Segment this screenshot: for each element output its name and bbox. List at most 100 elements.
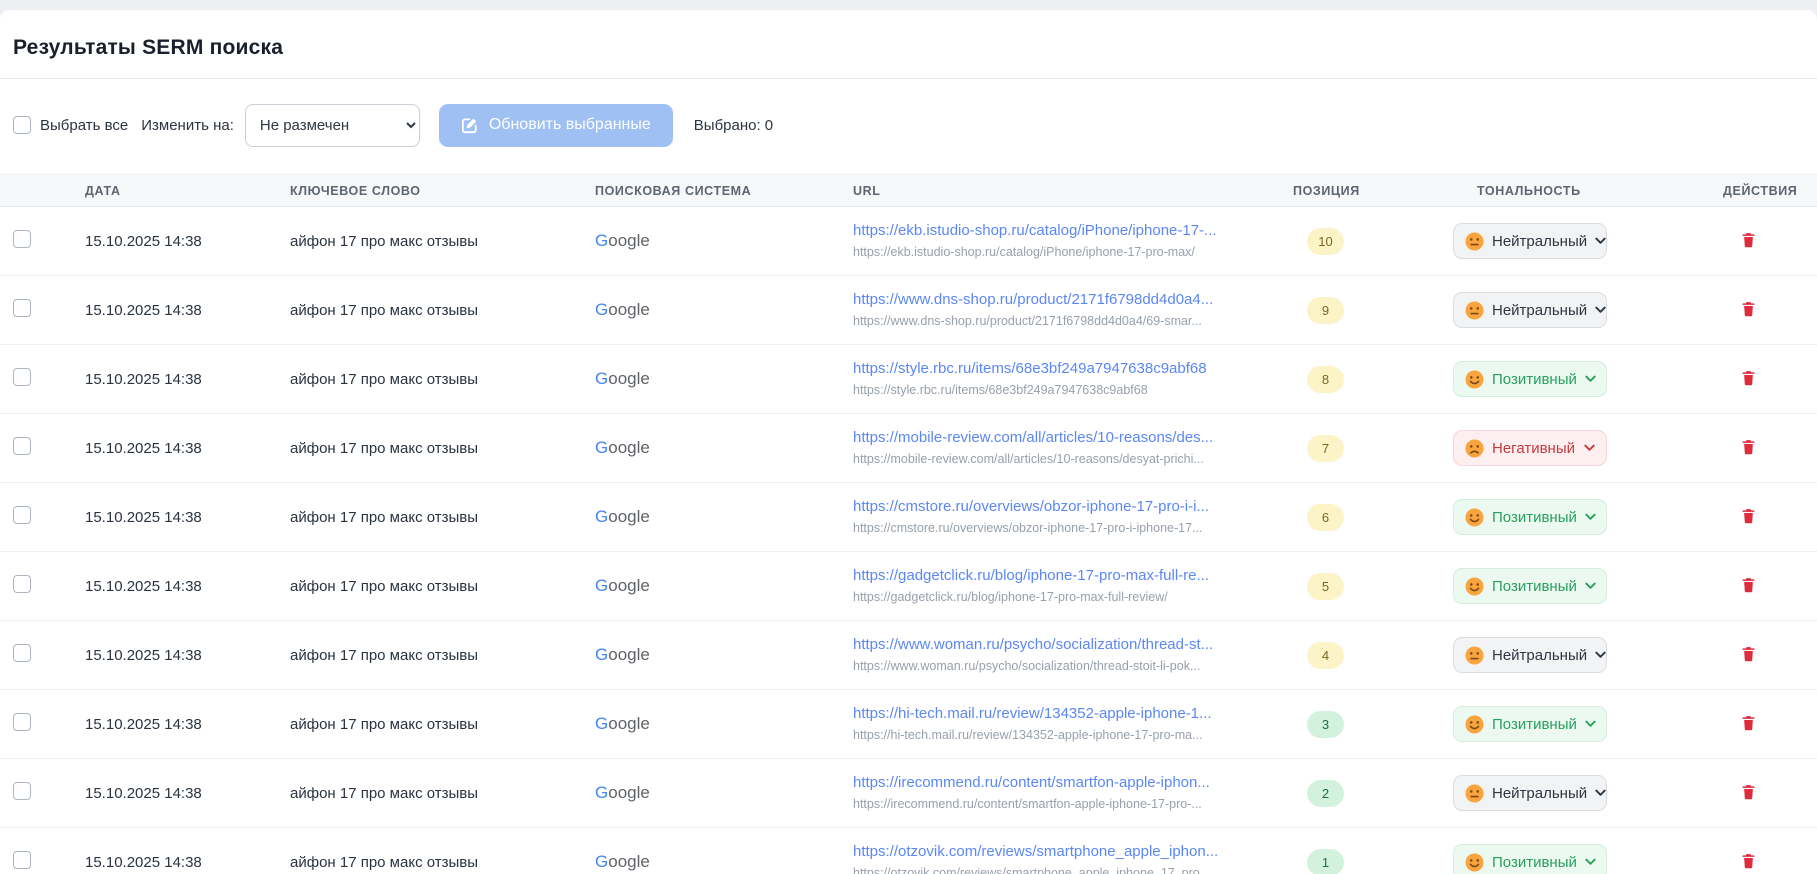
tonality-label: Нейтральный bbox=[1492, 232, 1588, 250]
row-checkbox[interactable] bbox=[13, 298, 31, 317]
row-date: 15.10.2025 14:38 bbox=[85, 853, 202, 871]
change-to-label: Изменить на: bbox=[141, 116, 234, 134]
row-actions-cell bbox=[1709, 435, 1806, 461]
result-url-link[interactable]: https://www.woman.ru/psycho/socializatio… bbox=[853, 635, 1283, 655]
tonality-select[interactable]: Негативный bbox=[1453, 430, 1607, 466]
delete-button[interactable] bbox=[1737, 849, 1760, 874]
tonality-select[interactable]: Позитивный bbox=[1453, 568, 1607, 604]
result-url-link[interactable]: https://gadgetclick.ru/blog/iphone-17-pr… bbox=[853, 566, 1283, 586]
select-all-checkbox[interactable] bbox=[13, 116, 31, 134]
row-checkbox[interactable] bbox=[13, 436, 31, 455]
header-position: ПОЗИЦИЯ bbox=[1293, 183, 1360, 198]
row-checkbox-cell bbox=[13, 367, 85, 391]
row-checkbox[interactable] bbox=[13, 574, 31, 593]
result-url-link[interactable]: https://cmstore.ru/overviews/obzor-iphon… bbox=[853, 497, 1283, 517]
row-engine-cell: Google bbox=[595, 231, 853, 251]
result-url-link[interactable]: https://hi-tech.mail.ru/review/134352-ap… bbox=[853, 704, 1283, 724]
position-badge: 10 bbox=[1307, 227, 1344, 255]
delete-button[interactable] bbox=[1737, 711, 1760, 736]
google-logo: Google bbox=[595, 783, 650, 802]
row-checkbox-cell bbox=[13, 643, 85, 667]
tonality-select[interactable]: Позитивный bbox=[1453, 706, 1607, 742]
result-url-subtext: https://irecommend.ru/content/smartfon-a… bbox=[853, 797, 1202, 812]
row-position-cell: 1 bbox=[1293, 848, 1453, 874]
table-row: 15.10.2025 14:38 айфон 17 про макс отзыв… bbox=[0, 345, 1817, 414]
table-row: 15.10.2025 14:38 айфон 17 про макс отзыв… bbox=[0, 690, 1817, 759]
delete-button[interactable] bbox=[1737, 642, 1760, 667]
tonality-label: Позитивный bbox=[1492, 508, 1577, 526]
delete-button[interactable] bbox=[1737, 366, 1760, 391]
result-url-link[interactable]: https://ekb.istudio-shop.ru/catalog/iPho… bbox=[853, 221, 1283, 241]
tonality-label: Нейтральный bbox=[1492, 646, 1588, 664]
row-checkbox[interactable] bbox=[13, 505, 31, 524]
tonality-select[interactable]: Позитивный bbox=[1453, 844, 1607, 874]
result-url-subtext: https://ekb.istudio-shop.ru/catalog/iPho… bbox=[853, 245, 1195, 260]
result-url-subtext: https://hi-tech.mail.ru/review/134352-ap… bbox=[853, 728, 1203, 743]
delete-button[interactable] bbox=[1737, 504, 1760, 529]
chevron-down-icon bbox=[1595, 789, 1606, 796]
delete-button[interactable] bbox=[1737, 228, 1760, 253]
row-engine-cell: Google bbox=[595, 438, 853, 458]
tonality-emoji-icon bbox=[1465, 438, 1484, 458]
result-url-link[interactable]: https://www.dns-shop.ru/product/2171f679… bbox=[853, 290, 1283, 310]
delete-button[interactable] bbox=[1737, 573, 1760, 598]
row-tonality-cell: Позитивный bbox=[1453, 361, 1709, 397]
table-row: 15.10.2025 14:38 айфон 17 про макс отзыв… bbox=[0, 621, 1817, 690]
row-keyword: айфон 17 про макс отзывы bbox=[290, 784, 479, 802]
table-row: 15.10.2025 14:38 айфон 17 про макс отзыв… bbox=[0, 552, 1817, 621]
google-logo: Google bbox=[595, 714, 650, 733]
trash-icon bbox=[1742, 440, 1755, 455]
tonality-select[interactable]: Нейтральный bbox=[1453, 292, 1607, 328]
table-row: 15.10.2025 14:38 айфон 17 про макс отзыв… bbox=[0, 483, 1817, 552]
row-checkbox[interactable] bbox=[13, 850, 31, 869]
row-checkbox[interactable] bbox=[13, 781, 31, 800]
position-badge: 5 bbox=[1307, 572, 1344, 600]
trash-icon bbox=[1742, 302, 1755, 317]
position-badge: 8 bbox=[1307, 365, 1344, 393]
row-checkbox[interactable] bbox=[13, 367, 31, 386]
table-row: 15.10.2025 14:38 айфон 17 про макс отзыв… bbox=[0, 759, 1817, 828]
row-tonality-cell: Позитивный bbox=[1453, 706, 1709, 742]
row-url-cell: https://hi-tech.mail.ru/review/134352-ap… bbox=[853, 704, 1293, 744]
google-logo: Google bbox=[595, 231, 650, 250]
trash-icon bbox=[1742, 509, 1755, 524]
tonality-label: Позитивный bbox=[1492, 715, 1577, 733]
bulk-actions-toolbar: Выбрать все Изменить на: Не размечен Обн… bbox=[0, 103, 1817, 147]
update-selected-button[interactable]: Обновить выбранные bbox=[438, 103, 673, 147]
trash-icon bbox=[1742, 716, 1755, 731]
position-badge: 9 bbox=[1307, 296, 1344, 324]
tonality-label: Нейтральный bbox=[1492, 784, 1588, 802]
result-url-link[interactable]: https://style.rbc.ru/items/68e3bf249a794… bbox=[853, 359, 1283, 379]
tonality-select[interactable]: Нейтральный bbox=[1453, 775, 1607, 811]
delete-button[interactable] bbox=[1737, 435, 1760, 460]
delete-button[interactable] bbox=[1737, 780, 1760, 805]
row-checkbox[interactable] bbox=[13, 643, 31, 662]
row-tonality-cell: Позитивный bbox=[1453, 568, 1709, 604]
header-url: URL bbox=[853, 183, 881, 198]
row-actions-cell bbox=[1709, 297, 1806, 323]
table-row: 15.10.2025 14:38 айфон 17 про макс отзыв… bbox=[0, 276, 1817, 345]
results-table: 15.10.2025 14:38 айфон 17 про макс отзыв… bbox=[0, 207, 1817, 874]
bulk-tonality-select[interactable]: Не размечен bbox=[244, 103, 420, 147]
result-url-link[interactable]: https://mobile-review.com/all/articles/1… bbox=[853, 428, 1283, 448]
update-selected-label: Обновить выбранные bbox=[488, 116, 651, 133]
tonality-select[interactable]: Нейтральный bbox=[1453, 223, 1607, 259]
row-position-cell: 2 bbox=[1293, 779, 1453, 807]
row-checkbox[interactable] bbox=[13, 712, 31, 731]
tonality-select[interactable]: Нейтральный bbox=[1453, 637, 1607, 673]
row-checkbox[interactable] bbox=[13, 229, 31, 248]
result-url-link[interactable]: https://irecommend.ru/content/smartfon-a… bbox=[853, 773, 1283, 793]
chevron-down-icon bbox=[1595, 237, 1606, 244]
pencil-square-icon bbox=[461, 117, 477, 133]
select-all[interactable]: Выбрать все bbox=[13, 116, 128, 134]
position-badge: 7 bbox=[1307, 434, 1344, 462]
table-header: ДАТА КЛЮЧЕВОЕ СЛОВО ПОИСКОВАЯ СИСТЕМА UR… bbox=[0, 174, 1817, 207]
selected-count: Выбрано: 0 bbox=[693, 116, 774, 134]
tonality-select[interactable]: Позитивный bbox=[1453, 361, 1607, 397]
result-url-link[interactable]: https://otzovik.com/reviews/smartphone_a… bbox=[853, 842, 1283, 862]
tonality-emoji-icon bbox=[1465, 576, 1484, 596]
row-keyword: айфон 17 про макс отзывы bbox=[290, 508, 479, 526]
row-checkbox-cell bbox=[13, 850, 85, 874]
tonality-select[interactable]: Позитивный bbox=[1453, 499, 1607, 535]
delete-button[interactable] bbox=[1737, 297, 1760, 322]
